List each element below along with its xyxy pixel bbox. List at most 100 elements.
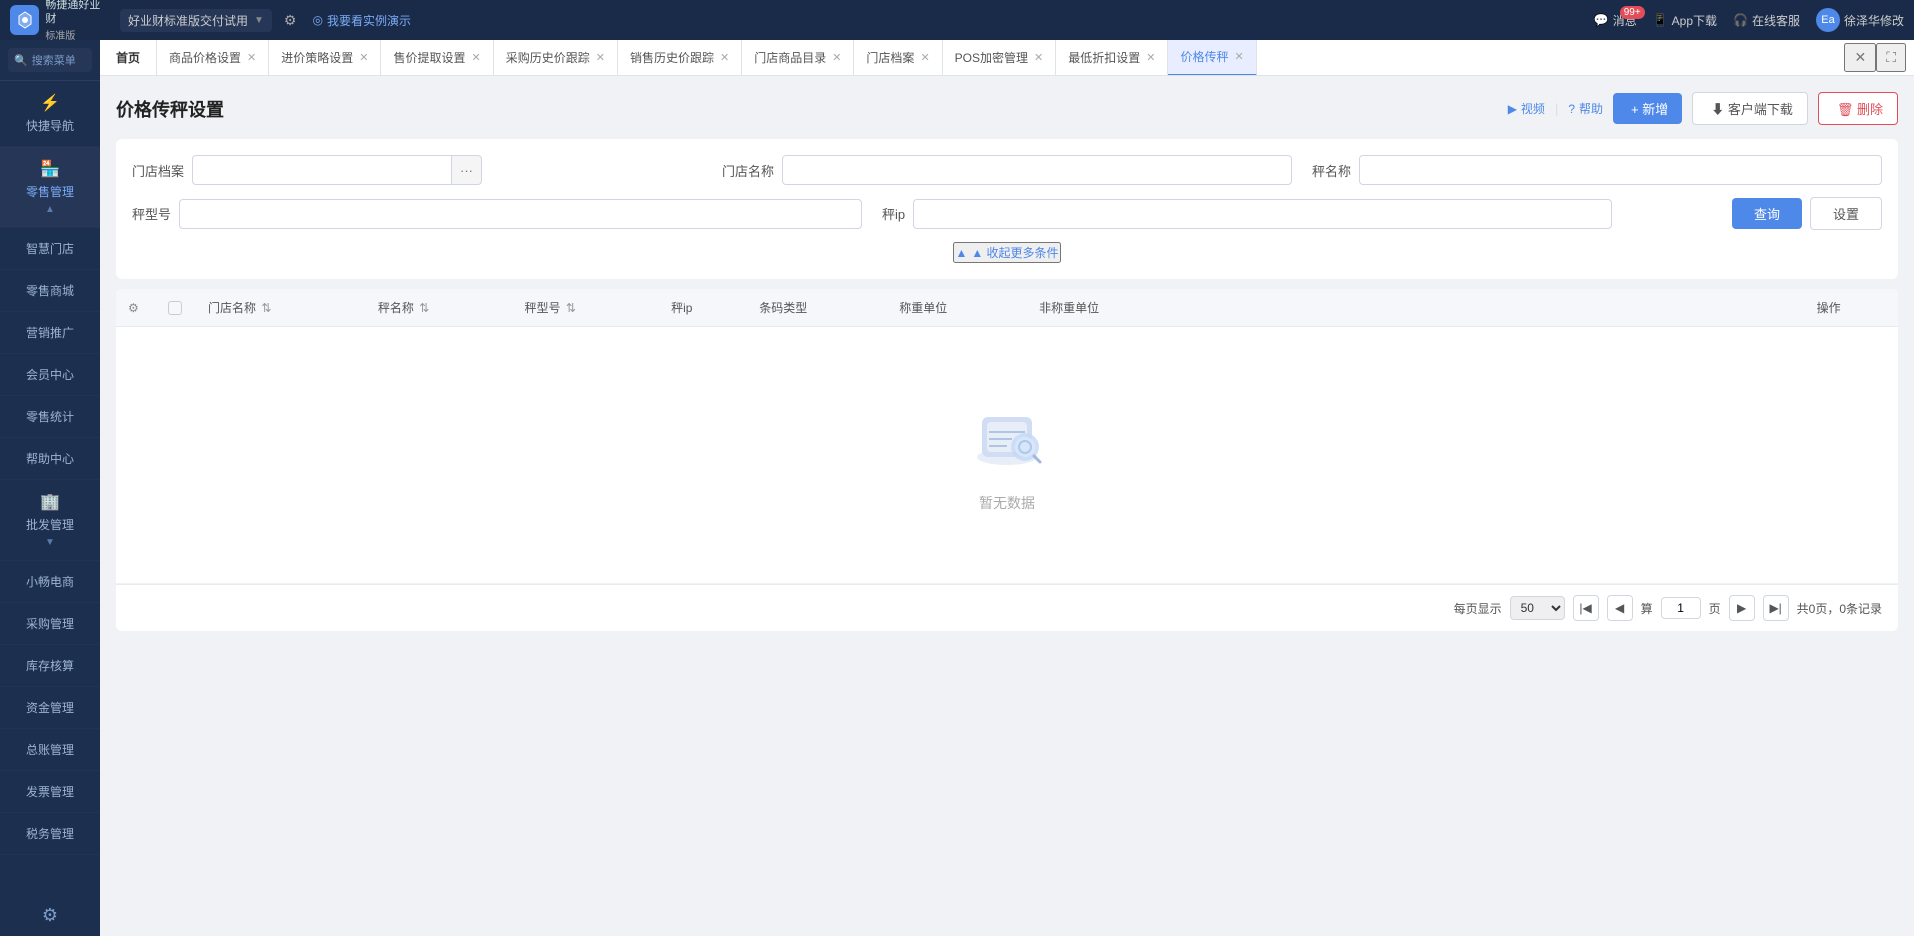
sidebar-item-smart-store[interactable]: 智慧门店 — [0, 228, 100, 270]
sidebar-item-label-ecommerce: 小畅电商 — [26, 573, 74, 590]
help-link[interactable]: ? 帮助 — [1568, 100, 1603, 117]
tab-price-settings[interactable]: 商品价格设置 ✕ — [157, 40, 269, 76]
page-actions: ▶ 视频 | ? 帮助 + 新增 — [1508, 92, 1898, 125]
search-menu-btn[interactable]: 🔍 搜索菜单 — [8, 48, 92, 72]
sidebar-item-purchase[interactable]: 采购管理 — [0, 603, 100, 645]
store-archive-search-btn[interactable]: ··· — [452, 155, 482, 185]
sidebar-item-tax[interactable]: 税务管理 — [0, 813, 100, 855]
sidebar-item-marketing[interactable]: 营销推广 — [0, 312, 100, 354]
close-icon[interactable]: ✕ — [359, 51, 368, 64]
empty-text: 暂无数据 — [979, 493, 1035, 513]
close-icon[interactable]: ✕ — [1146, 51, 1155, 64]
scale-name-input[interactable] — [1359, 155, 1882, 185]
last-page-btn[interactable]: ▶| — [1763, 595, 1789, 621]
sidebar-item-wholesale[interactable]: 🏢 批发管理 ▼ — [0, 480, 100, 561]
video-link[interactable]: ▶ 视频 — [1508, 100, 1545, 117]
download-button[interactable]: ⬇ 客户端下载 — [1692, 92, 1808, 125]
avatar: Ea — [1816, 8, 1840, 32]
tab-store-catalog[interactable]: 门店商品目录 ✕ — [742, 40, 854, 76]
store-archive-label: 门店档案 — [132, 161, 184, 180]
scale-model-input[interactable] — [179, 199, 862, 229]
close-icon[interactable]: ✕ — [920, 51, 929, 64]
sidebar-item-ecommerce[interactable]: 小畅电商 — [0, 561, 100, 603]
expand-tab-btn[interactable]: ⛶ — [1876, 43, 1906, 72]
message-btn[interactable]: 💬 消息 99+ — [1594, 12, 1637, 29]
settings-icon-btn[interactable]: ⚙ — [278, 8, 303, 33]
sidebar-item-label-quick-nav: 快捷导航 — [26, 117, 74, 134]
tab-price-scale[interactable]: 价格传秤 ✕ — [1168, 40, 1256, 76]
user-name: 徐泽华修改 — [1844, 12, 1904, 29]
tab-min-discount[interactable]: 最低折扣设置 ✕ — [1056, 40, 1168, 76]
wholesale-icon: 🏢 — [40, 492, 60, 512]
sidebar-item-label-wholesale: 批发管理 — [26, 516, 74, 533]
th-barcode-type: 条码类型 — [747, 289, 887, 327]
content-area: 首页 商品价格设置 ✕ 进价策略设置 ✕ 售价提取设置 ✕ 采购历史价跟踪 ✕ — [100, 40, 1914, 936]
close-icon[interactable]: ✕ — [247, 51, 256, 64]
close-icon[interactable]: ✕ — [1234, 50, 1243, 63]
message-icon: 💬 — [1594, 13, 1609, 27]
demo-link[interactable]: ◎ 我要看实例演示 — [312, 12, 411, 29]
sidebar-item-inventory[interactable]: 库存核算 — [0, 645, 100, 687]
empty-icon — [957, 397, 1057, 477]
sidebar-item-invoice[interactable]: 发票管理 — [0, 771, 100, 813]
help-icon: ? — [1568, 102, 1575, 116]
search-button[interactable]: 查询 — [1732, 198, 1802, 229]
sidebar-item-retail-mgmt[interactable]: 🏪 零售管理 ▲ — [0, 147, 100, 228]
scale-ip-input[interactable] — [913, 199, 1612, 229]
tab-purchase-history[interactable]: 采购历史价跟踪 ✕ — [494, 40, 618, 76]
top-bar: 畅捷通好业财 标准版 好业财标准版交付试用 ▼ ⚙ ◎ 我要看实例演示 💬 消息… — [0, 0, 1914, 40]
first-page-btn[interactable]: |◀ — [1573, 595, 1599, 621]
th-checkbox — [156, 289, 196, 327]
close-icon[interactable]: ✕ — [832, 51, 841, 64]
sidebar: 🔍 搜索菜单 ⚡ 快捷导航 🏪 零售管理 ▲ 智慧门店 零售商城 营销推广 — [0, 40, 100, 936]
user-avatar-btn[interactable]: Ea 徐泽华修改 — [1816, 8, 1904, 32]
tab-store-archive[interactable]: 门店档案 ✕ — [854, 40, 942, 76]
tab-sell-price[interactable]: 售价提取设置 ✕ — [381, 40, 493, 76]
close-tab-btn[interactable]: ✕ — [1844, 43, 1876, 72]
online-service-label: 在线客服 — [1752, 12, 1800, 29]
sidebar-item-help-center[interactable]: 帮助中心 — [0, 438, 100, 480]
sidebar-item-retail-stats[interactable]: 零售统计 — [0, 396, 100, 438]
sidebar-item-label-retail-mall: 零售商城 — [26, 282, 74, 299]
store-name-label: 门店名称 — [722, 161, 774, 180]
sidebar-item-retail-mall[interactable]: 零售商城 — [0, 270, 100, 312]
gear-icon[interactable]: ⚙ — [42, 905, 58, 926]
sidebar-item-ledger[interactable]: 总账管理 — [0, 729, 100, 771]
app-download-btn[interactable]: 📱 App下载 — [1653, 12, 1717, 29]
next-page-btn[interactable]: ▶ — [1729, 595, 1755, 621]
set-button[interactable]: 设置 — [1810, 197, 1882, 230]
delete-button[interactable]: 🗑 删除 — [1818, 92, 1898, 125]
sidebar-item-label-marketing: 营销推广 — [26, 324, 74, 341]
top-bar-right: 💬 消息 99+ 📱 App下载 🎧 在线客服 Ea 徐泽华修改 — [1594, 8, 1904, 32]
prev-page-btn[interactable]: ◀ — [1607, 595, 1633, 621]
close-icon[interactable]: ✕ — [472, 51, 481, 64]
per-page-select[interactable]: 10 20 50 100 — [1510, 596, 1565, 620]
app-container: 畅捷通好业财 标准版 好业财标准版交付试用 ▼ ⚙ ◎ 我要看实例演示 💬 消息… — [0, 0, 1914, 936]
store-archive-input[interactable] — [192, 155, 452, 185]
gear-icon[interactable]: ⚙ — [128, 301, 139, 315]
sidebar-item-member-center[interactable]: 会员中心 — [0, 354, 100, 396]
close-icon[interactable]: ✕ — [596, 51, 605, 64]
search-form: 门店档案 ··· 门店名称 秤名称 — [116, 139, 1898, 279]
tab-pos-mgmt[interactable]: POS加密管理 ✕ — [943, 40, 1057, 76]
tab-purchase-strategy[interactable]: 进价策略设置 ✕ — [269, 40, 381, 76]
close-icon[interactable]: ✕ — [720, 51, 729, 64]
tab-sales-history[interactable]: 销售历史价跟踪 ✕ — [618, 40, 742, 76]
pagination-bar: 每页显示 10 20 50 100 |◀ ◀ 算 页 ▶ ▶| — [116, 584, 1898, 631]
close-icon[interactable]: ✕ — [1034, 51, 1043, 64]
demo-icon: ◎ — [312, 13, 322, 27]
sidebar-item-finance[interactable]: 资金管理 — [0, 687, 100, 729]
store-name-input[interactable] — [782, 155, 1292, 185]
page-header: 价格传秤设置 ▶ 视频 | ? 帮助 + 新增 — [116, 92, 1898, 125]
toolbar-select[interactable]: 好业财标准版交付试用 ▼ — [120, 9, 272, 32]
record-summary: 共0页，0条记录 — [1797, 600, 1882, 617]
sidebar-item-quick-nav[interactable]: ⚡ 快捷导航 — [0, 81, 100, 147]
online-service-btn[interactable]: 🎧 在线客服 — [1733, 12, 1800, 29]
page-input[interactable] — [1661, 597, 1701, 619]
select-all-checkbox[interactable] — [168, 301, 182, 315]
scale-ip-field: 秤ip — [882, 199, 1612, 229]
collapse-btn[interactable]: ▲ ▲ 收起更多条件 — [953, 242, 1060, 263]
tab-home[interactable]: 首页 — [100, 40, 157, 76]
add-button[interactable]: + 新增 — [1613, 93, 1682, 124]
chevron-up-icon: ▲ — [45, 204, 55, 215]
